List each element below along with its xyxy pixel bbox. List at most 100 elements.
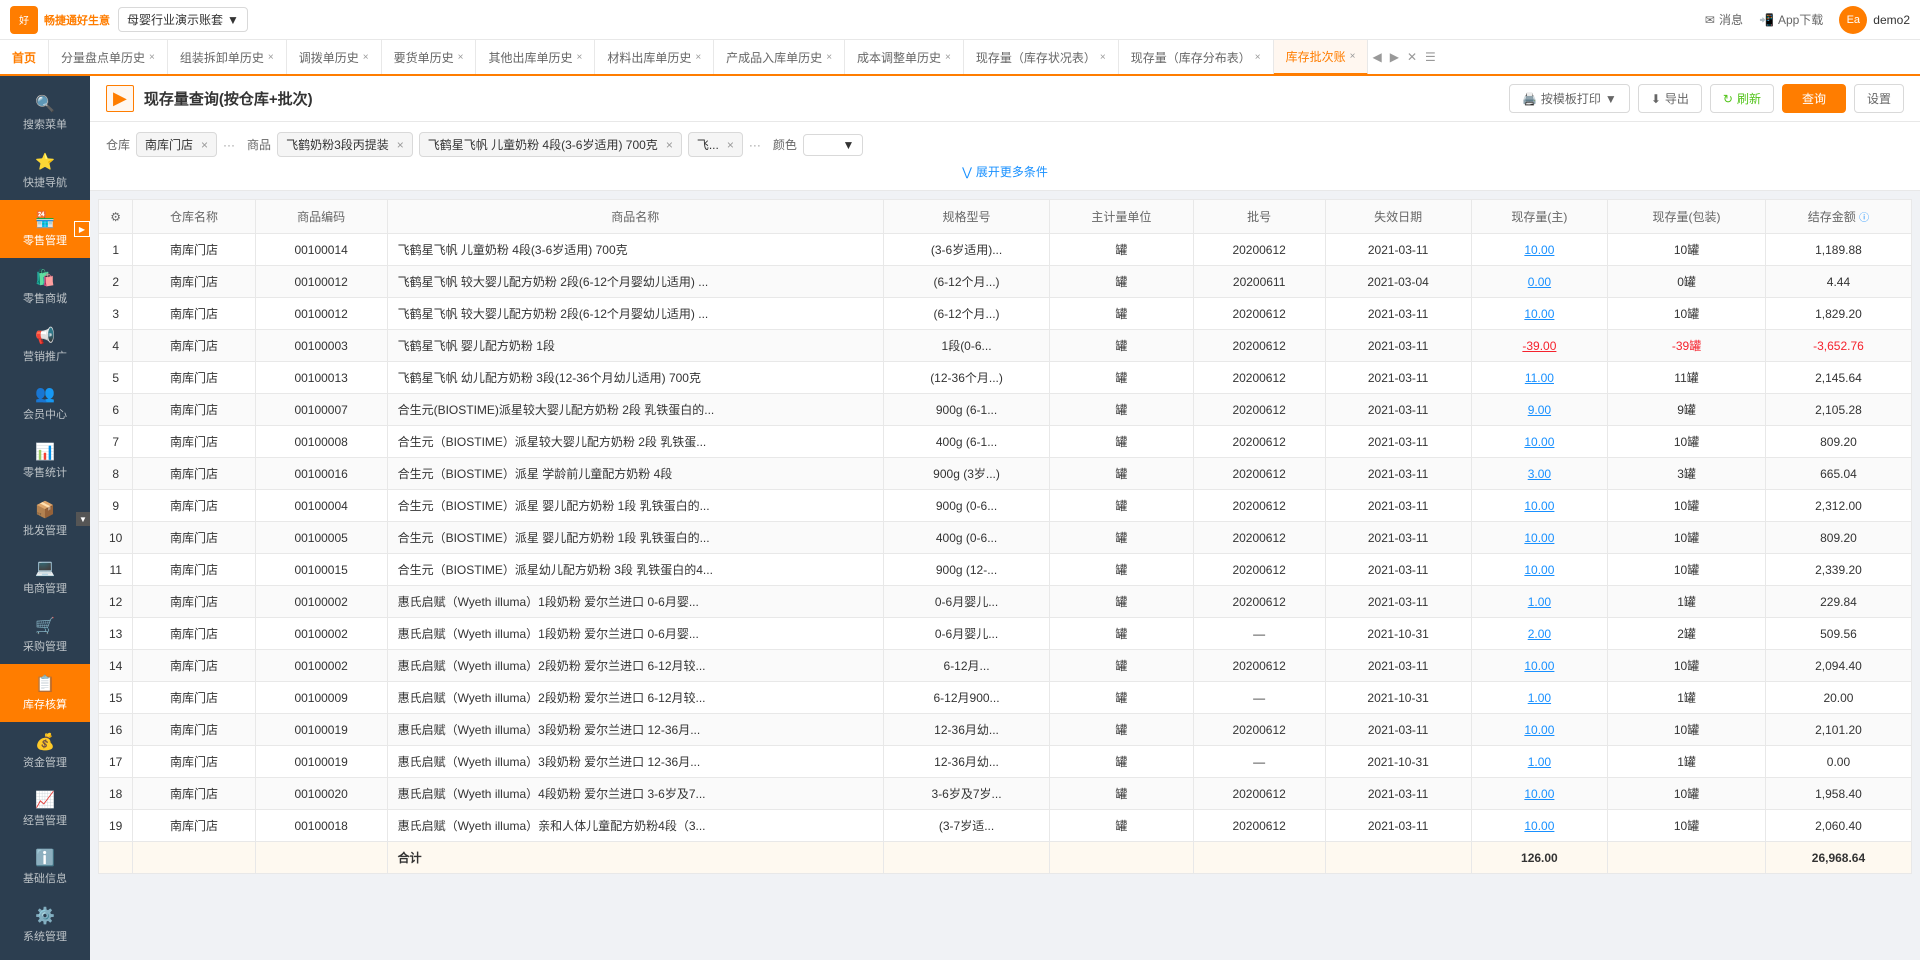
tab-8[interactable]: 成本调整单历史 × [845, 40, 964, 75]
goods-ellipsis[interactable]: ··· [749, 138, 761, 152]
row-batch: 20200612 [1193, 650, 1325, 682]
remove-warehouse-icon[interactable]: × [201, 138, 208, 152]
row-qty-main[interactable]: 10.00 [1471, 298, 1608, 330]
close-icon[interactable]: × [1100, 52, 1106, 63]
row-qty-main[interactable]: 10.00 [1471, 426, 1608, 458]
remove-goods3-icon[interactable]: × [727, 138, 734, 152]
row-no: 13 [99, 618, 133, 650]
row-qty-main[interactable]: 0.00 [1471, 266, 1608, 298]
query-btn[interactable]: 查询 [1782, 84, 1846, 113]
close-icon[interactable]: × [1255, 52, 1261, 63]
export-btn[interactable]: ⬇ 导出 [1638, 84, 1702, 113]
tab-1[interactable]: 分量盘点单历史 × [49, 40, 168, 75]
row-qty-main[interactable]: 1.00 [1471, 682, 1608, 714]
tab-6[interactable]: 材料出库单历史 × [595, 40, 714, 75]
user-area[interactable]: Ea demo2 [1839, 6, 1910, 34]
sidebar-item-shop[interactable]: 🛍️ 零售商城 [0, 258, 90, 316]
tab-active[interactable]: 库存批次账 × [1274, 40, 1369, 75]
sidebar-item-retail-mgmt[interactable]: ▶ 🏪 零售管理 [0, 200, 90, 258]
close-icon[interactable]: × [826, 52, 832, 63]
close-icon[interactable]: × [576, 52, 582, 63]
row-name: 合生元（BIOSTIME）派星幼儿配方奶粉 3段 乳铁蛋白的4... [387, 554, 883, 586]
row-no: 15 [99, 682, 133, 714]
row-qty-main[interactable]: 10.00 [1471, 810, 1608, 842]
expand-filters-btn[interactable]: ⋁ 展开更多条件 [106, 163, 1904, 180]
collapse-btn[interactable]: ▶ [106, 85, 134, 112]
row-qty-main[interactable]: 10.00 [1471, 490, 1608, 522]
tab-home[interactable]: 首页 [0, 40, 49, 75]
row-amount: 2,145.64 [1765, 362, 1911, 394]
sidebar-item-system[interactable]: ⚙️ 系统管理 [0, 896, 90, 954]
tab-3[interactable]: 调拨单历史 × [287, 40, 382, 75]
info-icon[interactable]: ⓘ [1859, 213, 1869, 224]
row-code: 00100016 [255, 458, 387, 490]
close-icon[interactable]: × [268, 52, 274, 63]
row-qty-main[interactable]: 2.00 [1471, 618, 1608, 650]
close-icon[interactable]: × [1350, 51, 1356, 62]
sidebar-item-purchase[interactable]: 🛒 采购管理 [0, 606, 90, 664]
row-qty-main[interactable]: 10.00 [1471, 778, 1608, 810]
sidebar-item-finance[interactable]: 💰 资金管理 [0, 722, 90, 780]
sidebar-item-retail-stats[interactable]: 📊 零售统计 [0, 432, 90, 490]
app-download-btn[interactable]: 📲 App下载 [1759, 11, 1823, 28]
sidebar-item-search[interactable]: 🔍 搜索菜单 [0, 84, 90, 142]
tab-10[interactable]: 现存量（库存分布表） × [1119, 40, 1274, 75]
row-qty-main[interactable]: 10.00 [1471, 554, 1608, 586]
row-unit: 罐 [1050, 490, 1194, 522]
close-icon[interactable]: × [945, 52, 951, 63]
template-print-btn[interactable]: 🖨️ 按模板打印 ▼ [1509, 84, 1630, 113]
goods-tag-3[interactable]: 飞... × [688, 132, 743, 157]
sidebar-item-basic[interactable]: ℹ️ 基础信息 [0, 838, 90, 896]
row-qty-main[interactable]: 10.00 [1471, 714, 1608, 746]
top-bar: 好 畅捷通好生意 母婴行业演示账套 ▼ ✉ 消息 📲 App下载 Ea demo… [0, 0, 1920, 40]
col-settings[interactable]: ⚙ [99, 200, 133, 234]
sidebar-item-ecom[interactable]: 💻 电商管理 [0, 548, 90, 606]
row-qty-main[interactable]: 10.00 [1471, 234, 1608, 266]
refresh-btn[interactable]: ↻ 刷新 [1710, 84, 1774, 113]
close-icon[interactable]: × [695, 52, 701, 63]
close-icon[interactable]: × [363, 52, 369, 63]
row-qty-main[interactable]: 1.00 [1471, 746, 1608, 778]
row-qty-main[interactable]: 11.00 [1471, 362, 1608, 394]
close-icon[interactable]: × [149, 52, 155, 63]
sidebar-item-collab[interactable]: 🤝 企业协同 [0, 954, 90, 960]
tab-5[interactable]: 其他出库单历史 × [476, 40, 595, 75]
tab-prev[interactable]: ◀ [1368, 50, 1385, 64]
row-no: 18 [99, 778, 133, 810]
sidebar-item-business[interactable]: 📈 经营管理 [0, 780, 90, 838]
account-dropdown[interactable]: 母婴行业演示账套 ▼ [118, 7, 248, 32]
tab-menu[interactable]: ☰ [1421, 50, 1440, 64]
close-icon[interactable]: × [458, 52, 464, 63]
row-name: 惠氏启赋（Wyeth illuma）2段奶粉 爱尔兰进口 6-12月较... [387, 682, 883, 714]
col-code: 商品编码 [255, 200, 387, 234]
goods-tag-1[interactable]: 飞鹤奶粉3段丙提装 × [277, 132, 413, 157]
remove-goods1-icon[interactable]: × [397, 138, 404, 152]
sidebar-item-quick[interactable]: ⭐ 快捷导航 [0, 142, 90, 200]
row-warehouse: 南库门店 [133, 426, 255, 458]
tab-2[interactable]: 组装拆卸单历史 × [168, 40, 287, 75]
tab-4[interactable]: 要货单历史 × [382, 40, 477, 75]
message-btn[interactable]: ✉ 消息 [1705, 11, 1743, 28]
row-qty-main[interactable]: 10.00 [1471, 522, 1608, 554]
sidebar-item-marketing[interactable]: 📢 营销推广 [0, 316, 90, 374]
goods-tag-2[interactable]: 飞鹤星飞帆 儿童奶粉 4段(3-6岁适用) 700克 × [419, 132, 682, 157]
warehouse-ellipsis[interactable]: ··· [223, 138, 235, 152]
tab-9[interactable]: 现存量（库存状况表） × [964, 40, 1119, 75]
row-qty-main[interactable]: 10.00 [1471, 650, 1608, 682]
warehouse-tag[interactable]: 南库门店 × [136, 132, 217, 157]
row-unit: 罐 [1050, 682, 1194, 714]
tab-7[interactable]: 产成品入库单历史 × [714, 40, 845, 75]
remove-goods2-icon[interactable]: × [666, 138, 673, 152]
row-qty-main[interactable]: 3.00 [1471, 458, 1608, 490]
tab-next[interactable]: ▶ [1386, 50, 1403, 64]
sidebar-item-member[interactable]: 👥 会员中心 [0, 374, 90, 432]
settings-btn[interactable]: 设置 [1854, 84, 1904, 113]
sidebar-item-wholesale[interactable]: ▼ 📦 批发管理 [0, 490, 90, 548]
row-qty-main[interactable]: 1.00 [1471, 586, 1608, 618]
row-qty-main[interactable]: -39.00 [1471, 330, 1608, 362]
color-select[interactable]: ▼ [803, 134, 864, 156]
sidebar-item-inventory[interactable]: 📋 库存核算 [0, 664, 90, 722]
row-name: 合生元（BIOSTIME）派星 学龄前儿童配方奶粉 4段 [387, 458, 883, 490]
row-qty-main[interactable]: 9.00 [1471, 394, 1608, 426]
tab-close-all[interactable]: ✕ [1403, 50, 1421, 64]
